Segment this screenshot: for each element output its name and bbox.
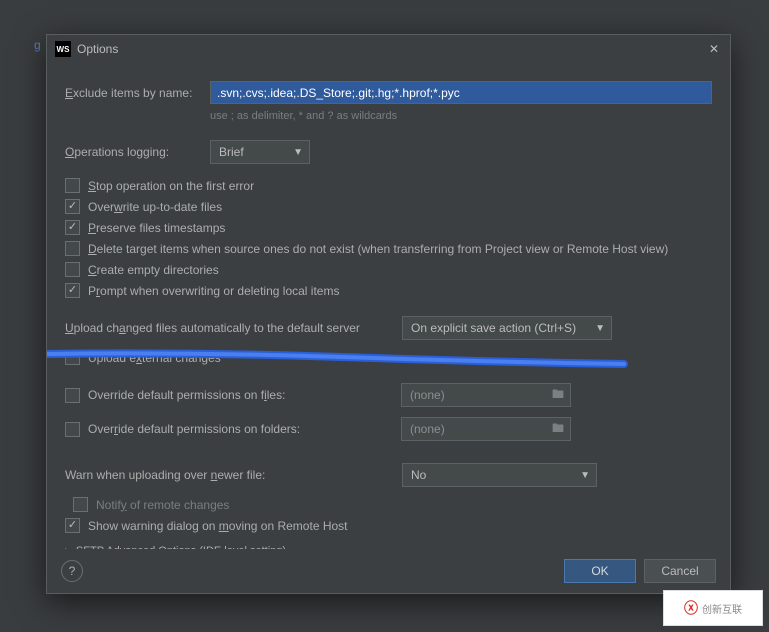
delete-target-label[interactable]: Delete target items when source ones do … — [88, 242, 668, 256]
prompt-overwrite-checkbox[interactable] — [65, 283, 80, 298]
watermark: ⓧ创新互联 — [663, 590, 763, 626]
preserve-ts-checkbox[interactable] — [65, 220, 80, 235]
preserve-ts-label[interactable]: Preserve files timestamps — [88, 221, 225, 235]
cancel-button[interactable]: Cancel — [644, 559, 716, 583]
create-empty-checkbox[interactable] — [65, 262, 80, 277]
chevron-down-icon: ▼ — [595, 323, 605, 334]
upload-auto-label: Upload changed files automatically to th… — [65, 321, 402, 335]
folder-icon: 🖿 — [552, 385, 564, 406]
prompt-overwrite-label[interactable]: Prompt when overwriting or deleting loca… — [88, 284, 339, 298]
override-folders-label[interactable]: Override default permissions on folders: — [88, 422, 401, 436]
override-files-label[interactable]: Override default permissions on files: — [88, 388, 401, 402]
app-icon: WS — [55, 41, 71, 57]
create-empty-label[interactable]: Create empty directories — [88, 263, 219, 277]
chevron-down-icon: ▼ — [293, 147, 303, 158]
warn-newer-label: Warn when uploading over newer file: — [65, 468, 402, 482]
help-button[interactable]: ? — [61, 560, 83, 582]
titlebar: WS Options ✕ — [47, 35, 730, 63]
exclude-input[interactable] — [210, 81, 712, 104]
delete-target-checkbox[interactable] — [65, 241, 80, 256]
oplog-select[interactable]: Brief▼ — [210, 140, 310, 164]
stop-on-error-label[interactable]: Stop operation on the first error — [88, 179, 254, 193]
exclude-label: Exclude items by name: — [65, 86, 210, 100]
triangle-right-icon: ▶ — [65, 546, 72, 550]
show-warning-label[interactable]: Show warning dialog on moving on Remote … — [88, 519, 348, 533]
files-perm-input[interactable]: (none)🖿 — [401, 383, 571, 407]
ok-button[interactable]: OK — [564, 559, 636, 583]
stop-on-error-checkbox[interactable] — [65, 178, 80, 193]
show-warning-checkbox[interactable] — [65, 518, 80, 533]
oplog-label: Operations logging: — [65, 145, 210, 159]
upload-external-checkbox[interactable] — [65, 350, 80, 365]
folder-icon: 🖿 — [552, 419, 564, 440]
chevron-down-icon: ▼ — [580, 470, 590, 481]
sftp-advanced-disclosure[interactable]: ▶ SFTP Advanced Options (IDE level setti… — [65, 545, 712, 549]
override-files-checkbox[interactable] — [65, 388, 80, 403]
folders-perm-input[interactable]: (none)🖿 — [401, 417, 571, 441]
dialog-footer: ? OK Cancel — [47, 549, 730, 593]
window-title: Options — [77, 42, 706, 56]
upload-auto-select[interactable]: On explicit save action (Ctrl+S)▼ — [402, 316, 612, 340]
warn-newer-select[interactable]: No▼ — [402, 463, 597, 487]
exclude-hint: use ; as delimiter, * and ? as wildcards — [210, 110, 712, 122]
close-icon[interactable]: ✕ — [706, 42, 722, 56]
overwrite-uptodate-label[interactable]: Overwrite up-to-date files — [88, 200, 222, 214]
override-folders-checkbox[interactable] — [65, 422, 80, 437]
options-dialog: WS Options ✕ Exclude items by name: use … — [46, 34, 731, 594]
overwrite-uptodate-checkbox[interactable] — [65, 199, 80, 214]
notify-remote-label[interactable]: Notify of remote changes — [96, 498, 229, 512]
notify-remote-checkbox[interactable] — [73, 497, 88, 512]
upload-external-label[interactable]: Upload external changes — [88, 351, 221, 365]
